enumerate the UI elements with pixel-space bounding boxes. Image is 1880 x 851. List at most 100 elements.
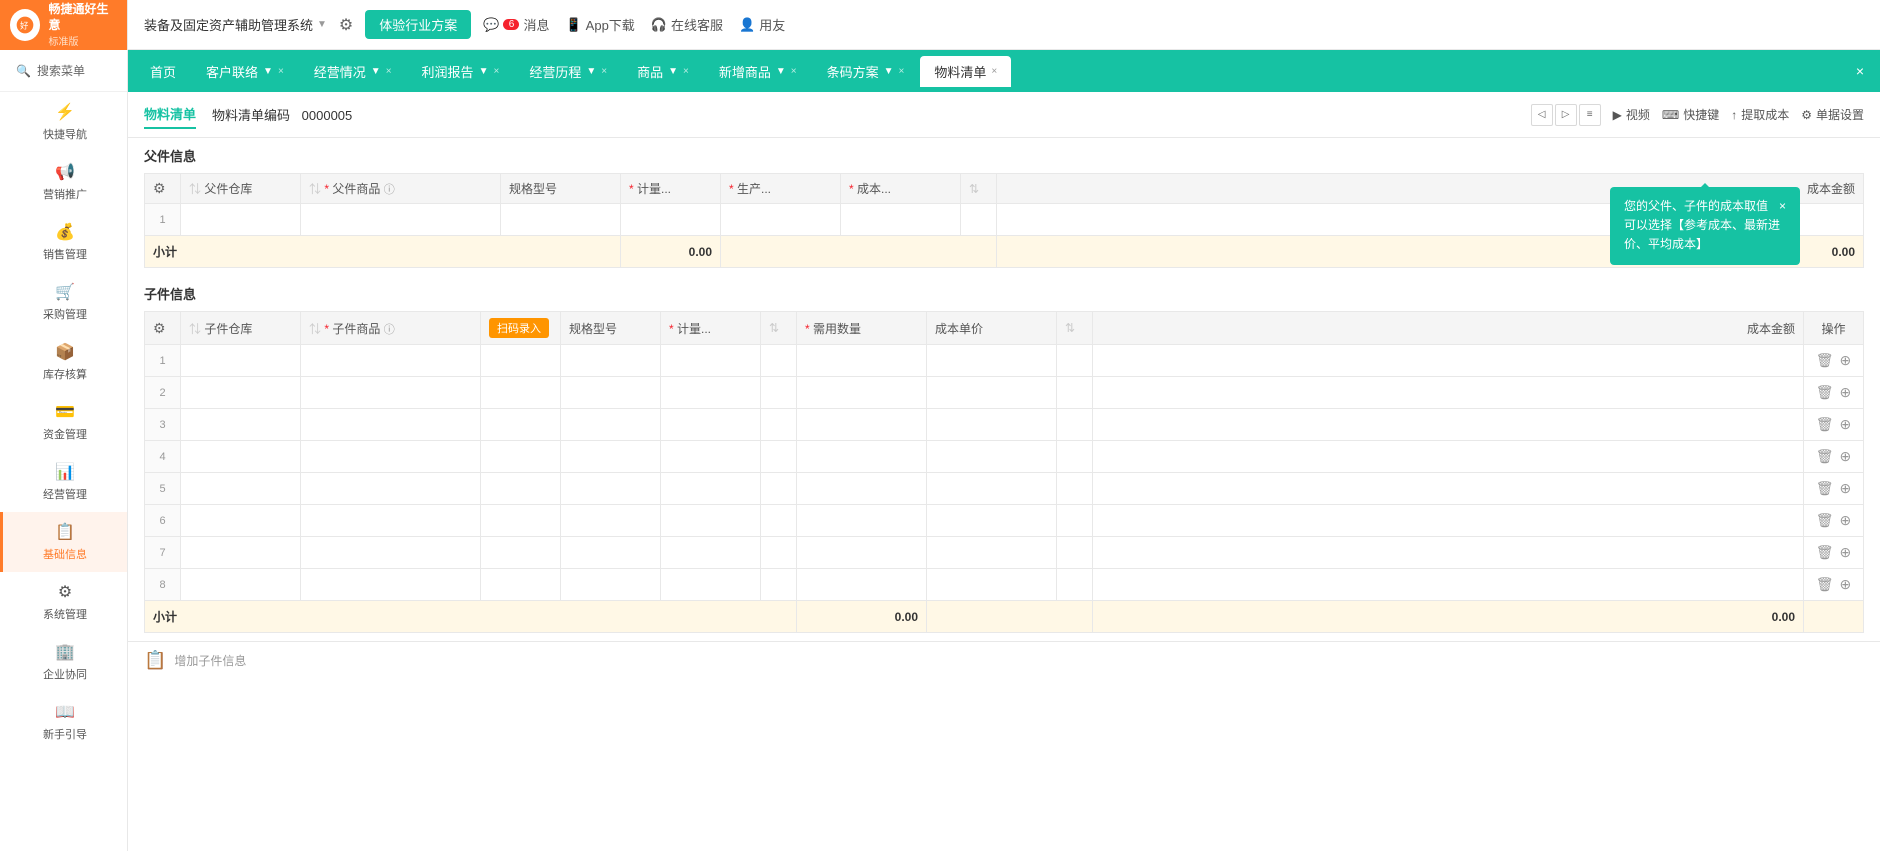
child-unit-cell-7[interactable] (661, 537, 761, 569)
message-btn[interactable]: 💬 6 消息 (483, 15, 549, 34)
app-download-btn[interactable]: 📱 App下载 (565, 15, 634, 34)
tab-operation-close[interactable]: × (386, 66, 392, 77)
child-warehouse-cell-7[interactable] (181, 537, 301, 569)
child-goods-cell-7[interactable] (301, 537, 481, 569)
parent-unit-cell-1[interactable] (621, 204, 721, 236)
parent-th-gear[interactable]: ⚙ (145, 174, 181, 204)
child-cost-amount-cell-7[interactable] (1093, 537, 1804, 569)
child-unit-cost-cell-4[interactable] (927, 441, 1057, 473)
info-icon1[interactable]: ⓘ (384, 184, 395, 196)
system-name-selector[interactable]: 装备及固定资产辅助管理系统 ▼ (144, 15, 327, 34)
search-menu-btn[interactable]: 🔍 搜索菜单 (10, 58, 117, 83)
tab-bom-close[interactable]: × (991, 66, 997, 77)
child-cost-amount-cell-8[interactable] (1093, 569, 1804, 601)
add-row-icon[interactable]: 📋 (144, 650, 166, 671)
tab-barcode[interactable]: 条码方案 ▼ × (813, 56, 919, 87)
child-qty-cell-8[interactable] (797, 569, 927, 601)
info-icon2[interactable]: ⓘ (384, 324, 395, 336)
sidebar-item-basic-info[interactable]: 📋 基础信息 (0, 512, 127, 572)
sidebar-item-guide[interactable]: 📖 新手引导 (0, 692, 127, 752)
child-cost-amount-cell-5[interactable] (1093, 473, 1804, 505)
tab-new-goods-close[interactable]: × (791, 66, 797, 77)
sidebar-item-purchase[interactable]: 🛒 采购管理 (0, 272, 127, 332)
child-unit-cell-4[interactable] (661, 441, 761, 473)
delete-icon-2[interactable]: 🗑 (1816, 384, 1834, 401)
child-qty-cell-3[interactable] (797, 409, 927, 441)
copy-icon-5[interactable]: ⊕ (1840, 480, 1852, 497)
child-unit-cost-cell-6[interactable] (927, 505, 1057, 537)
child-qty-cell-4[interactable] (797, 441, 927, 473)
child-unit-cell-1[interactable] (661, 345, 761, 377)
child-cost-amount-cell-6[interactable] (1093, 505, 1804, 537)
child-qty-cell-2[interactable] (797, 377, 927, 409)
delete-icon-6[interactable]: 🗑 (1816, 512, 1834, 529)
child-qty-cell-5[interactable] (797, 473, 927, 505)
child-warehouse-cell-8[interactable] (181, 569, 301, 601)
child-goods-cell-4[interactable] (301, 441, 481, 473)
sidebar-search-area[interactable]: 🔍 搜索菜单 (0, 50, 127, 92)
child-unit-cell-6[interactable] (661, 505, 761, 537)
tooltip-close-btn[interactable]: × (1779, 197, 1786, 216)
child-unit-cell-8[interactable] (661, 569, 761, 601)
delete-icon-8[interactable]: 🗑 (1816, 576, 1834, 593)
extract-cost-btn[interactable]: ↑ 提取成本 (1731, 106, 1789, 123)
tab-bom[interactable]: 物料清单 × (920, 56, 1011, 87)
shortcut-btn[interactable]: ⌨ 快捷键 (1662, 106, 1719, 123)
child-warehouse-cell-3[interactable] (181, 409, 301, 441)
child-warehouse-cell-2[interactable] (181, 377, 301, 409)
child-qty-cell-6[interactable] (797, 505, 927, 537)
close-all-tabs[interactable]: × (1848, 59, 1872, 83)
child-warehouse-cell-5[interactable] (181, 473, 301, 505)
child-cost-amount-cell-3[interactable] (1093, 409, 1804, 441)
sub-nav-bom-list[interactable]: 物料清单 (144, 100, 196, 129)
tab-history[interactable]: 经营历程 ▼ × (515, 56, 621, 87)
nav-next-btn[interactable]: ▷ (1555, 104, 1577, 126)
tab-barcode-close[interactable]: × (899, 66, 905, 77)
nav-menu-btn[interactable]: ≡ (1579, 104, 1601, 126)
child-goods-cell-3[interactable] (301, 409, 481, 441)
child-goods-cell-1[interactable] (301, 345, 481, 377)
tab-home[interactable]: 首页 (136, 56, 190, 87)
child-unit-cost-cell-5[interactable] (927, 473, 1057, 505)
child-th-gear[interactable]: ⚙ (145, 312, 181, 345)
child-warehouse-cell-1[interactable] (181, 345, 301, 377)
delete-icon-3[interactable]: 🗑 (1816, 416, 1834, 433)
child-spec-cell-4[interactable] (561, 441, 661, 473)
parent-produce-cell-1[interactable] (721, 204, 841, 236)
delete-icon-7[interactable]: 🗑 (1816, 544, 1834, 561)
sidebar-item-quick-nav[interactable]: ⚡ 快捷导航 (0, 92, 127, 152)
user-btn[interactable]: 👤 用友 (739, 15, 785, 34)
copy-icon-1[interactable]: ⊕ (1840, 352, 1852, 369)
sidebar-item-enterprise[interactable]: 🏢 企业协同 (0, 632, 127, 692)
parent-warehouse-cell-1[interactable] (181, 204, 301, 236)
copy-icon-8[interactable]: ⊕ (1840, 576, 1852, 593)
child-spec-cell-5[interactable] (561, 473, 661, 505)
child-goods-cell-2[interactable] (301, 377, 481, 409)
child-unit-cost-cell-1[interactable] (927, 345, 1057, 377)
parent-cost-cell-1[interactable] (841, 204, 961, 236)
child-unit-cost-cell-8[interactable] (927, 569, 1057, 601)
child-qty-cell-1[interactable] (797, 345, 927, 377)
child-spec-cell-8[interactable] (561, 569, 661, 601)
child-unit-cell-5[interactable] (661, 473, 761, 505)
child-warehouse-cell-6[interactable] (181, 505, 301, 537)
child-unit-cost-cell-7[interactable] (927, 537, 1057, 569)
tab-goods[interactable]: 商品 ▼ × (623, 56, 703, 87)
child-cost-amount-cell-4[interactable] (1093, 441, 1804, 473)
single-settings-btn[interactable]: ⚙ 单据设置 (1801, 106, 1864, 123)
child-th-scan[interactable]: 扫码录入 (481, 312, 561, 345)
child-goods-cell-6[interactable] (301, 505, 481, 537)
tab-new-goods[interactable]: 新增商品 ▼ × (705, 56, 811, 87)
sidebar-item-sales[interactable]: 💰 销售管理 (0, 212, 127, 272)
child-unit-cell-3[interactable] (661, 409, 761, 441)
tab-goods-close[interactable]: × (683, 66, 689, 77)
child-qty-cell-7[interactable] (797, 537, 927, 569)
nav-prev-btn[interactable]: ◁ (1531, 104, 1553, 126)
copy-icon-7[interactable]: ⊕ (1840, 544, 1852, 561)
child-unit-cell-2[interactable] (661, 377, 761, 409)
parent-spec-cell-1[interactable] (501, 204, 621, 236)
delete-icon-1[interactable]: 🗑 (1816, 352, 1834, 369)
sidebar-item-operation[interactable]: 📊 经营管理 (0, 452, 127, 512)
parent-goods-cell-1[interactable] (301, 204, 501, 236)
tab-customer[interactable]: 客户联络 ▼ × (192, 56, 298, 87)
